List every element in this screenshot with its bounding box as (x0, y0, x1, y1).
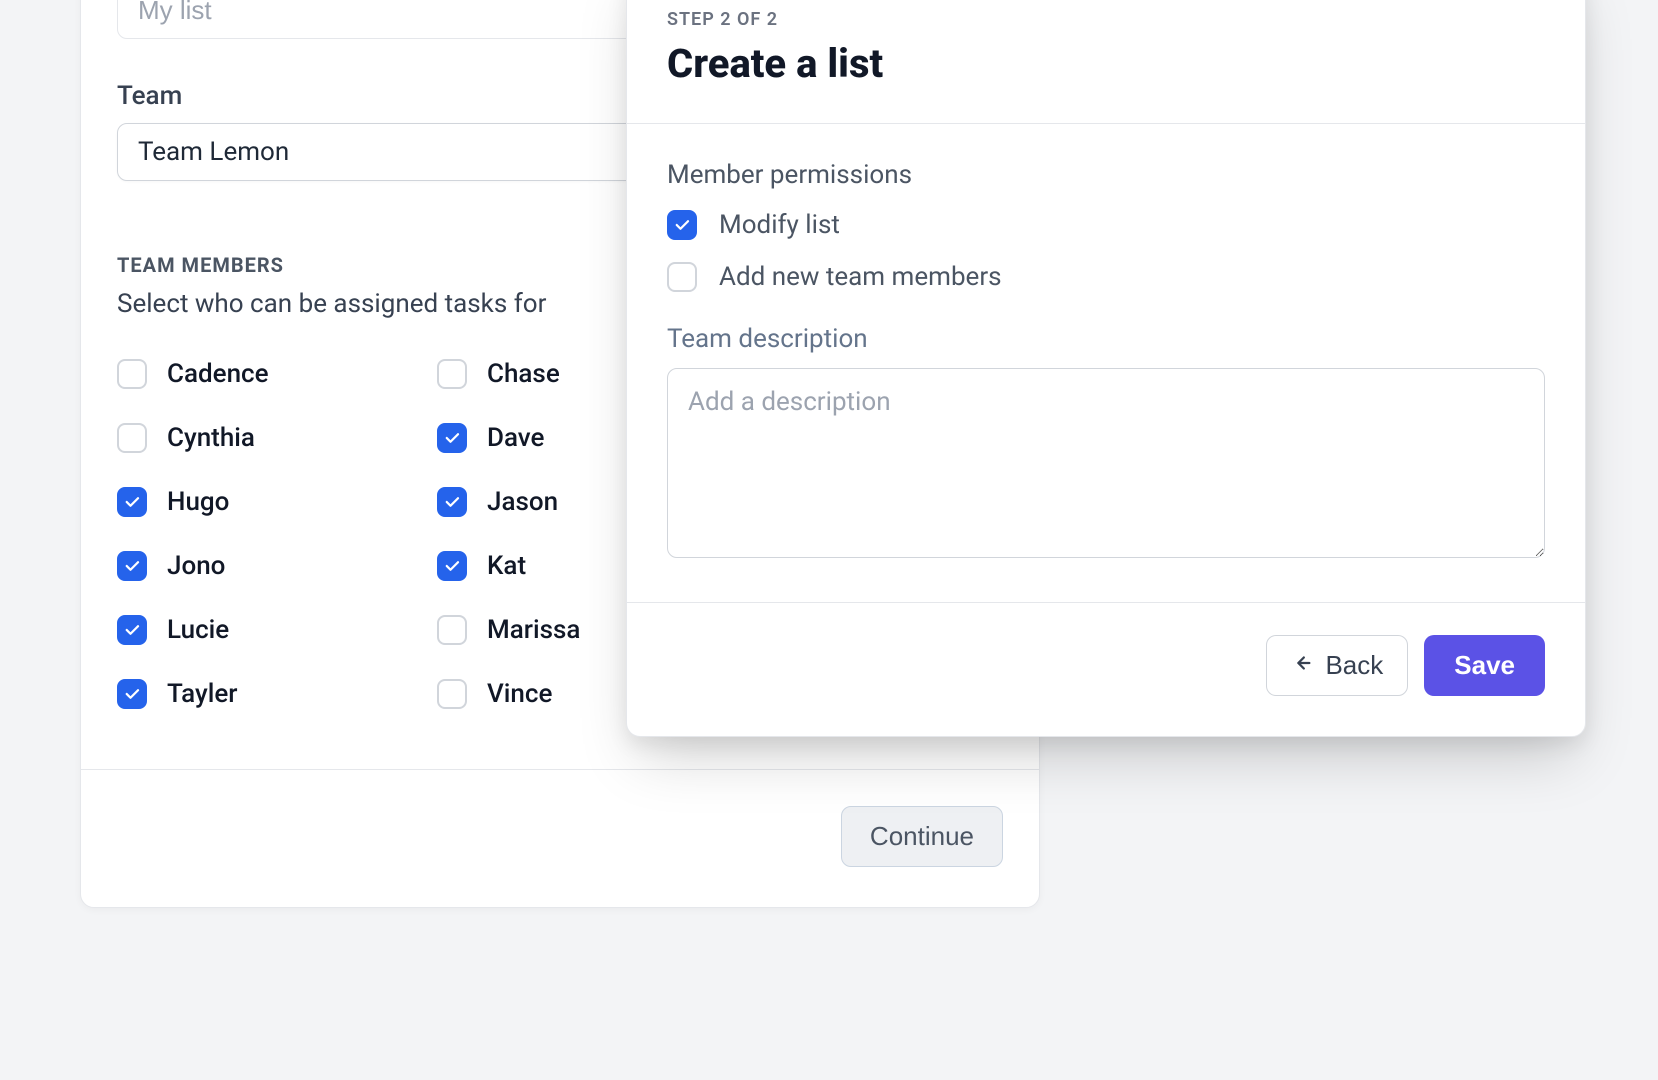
step-indicator: STEP 2 OF 2 (667, 9, 1545, 30)
team-member-name: Chase (487, 359, 560, 389)
permission-modify-list[interactable]: Modify list (667, 210, 1545, 240)
permission-add-members[interactable]: Add new team members (667, 262, 1545, 292)
arrow-left-icon (1291, 650, 1313, 681)
team-member-checkbox[interactable] (117, 551, 147, 581)
team-member-item[interactable]: Tayler (117, 679, 417, 709)
team-member-name: Cynthia (167, 423, 255, 453)
team-member-item[interactable]: Jono (117, 551, 417, 581)
team-member-item[interactable]: Hugo (117, 487, 417, 517)
back-button[interactable]: Back (1266, 635, 1408, 696)
permission-modify-list-label: Modify list (719, 210, 840, 240)
team-member-name: Cadence (167, 359, 269, 389)
modal-title: Create a list (667, 40, 1545, 87)
permission-add-members-checkbox[interactable] (667, 262, 697, 292)
team-description-label: Team description (667, 324, 1545, 354)
create-list-step2-modal: STEP 2 OF 2 Create a list Member permiss… (626, 0, 1586, 737)
team-member-name: Dave (487, 423, 544, 453)
team-member-checkbox[interactable] (437, 487, 467, 517)
team-member-item[interactable]: Cadence (117, 359, 417, 389)
team-member-name: Lucie (167, 615, 229, 645)
team-member-checkbox[interactable] (437, 551, 467, 581)
team-member-name: Kat (487, 551, 526, 581)
continue-button[interactable]: Continue (841, 806, 1003, 867)
team-member-checkbox[interactable] (437, 359, 467, 389)
team-member-checkbox[interactable] (437, 615, 467, 645)
team-description-textarea[interactable] (667, 368, 1545, 558)
team-select-value: Team Lemon (138, 137, 289, 167)
team-member-checkbox[interactable] (117, 679, 147, 709)
permission-modify-list-checkbox[interactable] (667, 210, 697, 240)
member-permissions-label: Member permissions (667, 160, 1545, 190)
team-member-checkbox[interactable] (117, 615, 147, 645)
team-member-name: Jono (167, 551, 225, 581)
team-member-checkbox[interactable] (117, 423, 147, 453)
team-member-item[interactable]: Cynthia (117, 423, 417, 453)
team-member-name: Marissa (487, 615, 580, 645)
team-member-item[interactable]: Lucie (117, 615, 417, 645)
save-button[interactable]: Save (1424, 635, 1545, 696)
permission-add-members-label: Add new team members (719, 262, 1002, 292)
team-member-checkbox[interactable] (117, 487, 147, 517)
team-member-name: Hugo (167, 487, 229, 517)
team-member-name: Vince (487, 679, 552, 709)
team-member-name: Jason (487, 487, 558, 517)
team-member-name: Tayler (167, 679, 237, 709)
back-button-label: Back (1325, 650, 1383, 681)
team-member-checkbox[interactable] (437, 679, 467, 709)
team-member-checkbox[interactable] (437, 423, 467, 453)
team-member-checkbox[interactable] (117, 359, 147, 389)
